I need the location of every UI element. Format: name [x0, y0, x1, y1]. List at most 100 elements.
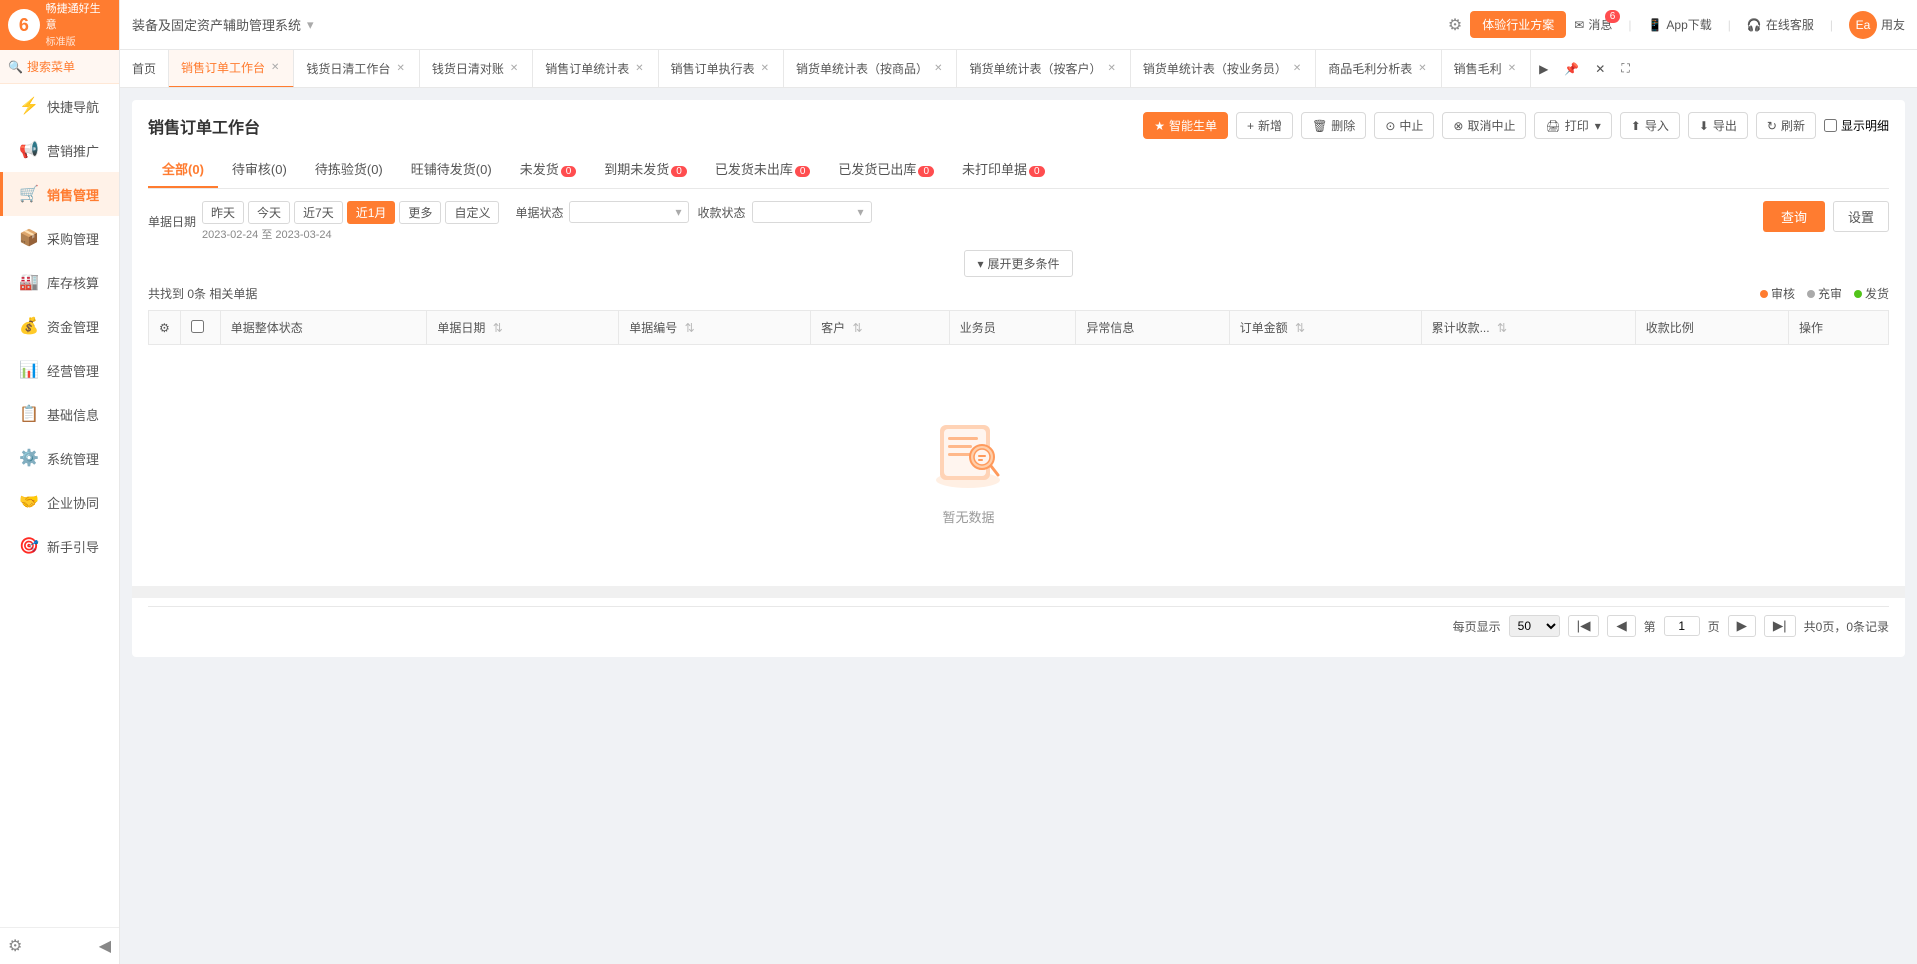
tab-cash-reconcile[interactable]: 钱货日清对账 ✕ — [420, 50, 533, 88]
col-date[interactable]: 单据日期 ⇅ — [427, 311, 619, 345]
status-filter-select[interactable] — [569, 201, 689, 223]
date-btn-custom[interactable]: 自定义 — [445, 201, 499, 224]
page-prev-button[interactable]: ◀ — [1607, 615, 1635, 637]
header-right: ✉ 消息 6 | 📱 App下载 | 🎧 在线客服 | Ea 用友 — [1574, 11, 1905, 39]
smart-gen-button[interactable]: ★ 智能生单 — [1143, 112, 1228, 139]
page-number-input[interactable] — [1664, 616, 1700, 636]
sidebar-item-guide[interactable]: 🎯 新手引导 — [0, 524, 119, 568]
sub-tab-unprinted[interactable]: 未打印单据0 — [948, 151, 1059, 188]
tab-sales-stat-product-close[interactable]: ✕ — [932, 62, 944, 75]
query-button[interactable]: 查询 — [1763, 201, 1825, 232]
header-gear-icon[interactable]: ⚙ — [1448, 15, 1462, 35]
tab-cash-reconcile-close[interactable]: ✕ — [508, 62, 520, 75]
sidebar-item-label: 系统管理 — [47, 449, 99, 468]
date-btn-today[interactable]: 今天 — [248, 201, 290, 224]
sidebar-item-system[interactable]: ⚙️ 系统管理 — [0, 436, 119, 480]
sales-icon: 🛒 — [19, 184, 39, 204]
sub-tab-all[interactable]: 全部(0) — [148, 151, 218, 188]
expand-conditions-button[interactable]: ▾ 展开更多条件 — [964, 250, 1072, 277]
sidebar-search[interactable]: 🔍 搜索菜单 — [0, 50, 119, 84]
print-button[interactable]: 🖨 打印 ▾ — [1534, 112, 1611, 139]
sidebar-item-operations[interactable]: 📊 经营管理 — [0, 348, 119, 392]
show-detail-checkbox[interactable]: 显示明细 — [1824, 117, 1889, 134]
tab-goods-margin-close[interactable]: ✕ — [1416, 62, 1428, 75]
tab-sales-gross-close[interactable]: ✕ — [1506, 62, 1518, 75]
detail-checkbox-input[interactable] — [1824, 119, 1837, 132]
horizontal-scroll[interactable] — [132, 586, 1905, 598]
date-btn-1month[interactable]: 近1月 — [347, 201, 396, 224]
sidebar-item-purchase[interactable]: 📦 采购管理 — [0, 216, 119, 260]
tab-cash-daily[interactable]: 钱货日清工作台 ✕ — [294, 50, 419, 88]
sub-tab-unshipped[interactable]: 未发货0 — [506, 151, 591, 188]
tab-pin-button[interactable]: 📌 — [1556, 50, 1587, 88]
col-cumulative[interactable]: 累计收款... ⇅ — [1421, 311, 1635, 345]
sidebar-item-finance[interactable]: 💰 资金管理 — [0, 304, 119, 348]
add-button[interactable]: + 新增 — [1236, 112, 1293, 139]
page-size-select[interactable]: 50 20 100 200 — [1509, 615, 1560, 637]
page-last-button[interactable]: ▶| — [1764, 615, 1796, 637]
date-btn-yesterday[interactable]: 昨天 — [202, 201, 244, 224]
sidebar-item-enterprise[interactable]: 🤝 企业协同 — [0, 480, 119, 524]
tab-expand-button[interactable]: ⛶ — [1613, 50, 1637, 88]
tab-more-button[interactable]: ▶ — [1531, 50, 1556, 88]
sidebar-item-sales[interactable]: 🛒 销售管理 — [0, 172, 119, 216]
date-filter-options: 昨天 今天 近7天 近1月 更多 自定义 2023-02-24 至 2023-0… — [202, 201, 499, 242]
tab-sales-stat-staff-close[interactable]: ✕ — [1291, 62, 1303, 75]
col-amount[interactable]: 订单金额 ⇅ — [1229, 311, 1421, 345]
message-button[interactable]: ✉ 消息 6 — [1574, 16, 1612, 33]
tab-goods-margin[interactable]: 商品毛利分析表 ✕ — [1316, 50, 1441, 88]
payment-filter-select[interactable] — [752, 201, 872, 223]
sidebar-item-inventory[interactable]: 🏭 库存核算 — [0, 260, 119, 304]
col-customer[interactable]: 客户 ⇅ — [811, 311, 950, 345]
trial-button[interactable]: 体验行业方案 — [1470, 11, 1566, 38]
tab-sales-stat-customer-close[interactable]: ✕ — [1105, 62, 1117, 75]
user-menu-button[interactable]: Ea 用友 — [1849, 11, 1905, 39]
table-gear-col[interactable]: ⚙ — [149, 311, 181, 345]
tab-sales-workbench[interactable]: 销售订单工作台 ✕ — [169, 50, 294, 88]
sidebar-item-marketing[interactable]: 📢 营销推广 — [0, 128, 119, 172]
tab-cash-daily-close[interactable]: ✕ — [394, 62, 406, 75]
tab-sales-exec[interactable]: 销售订单执行表 ✕ — [659, 50, 784, 88]
app-download-button[interactable]: 📱 App下载 — [1647, 16, 1711, 33]
review-action[interactable]: 审核 — [1760, 285, 1795, 302]
cancel-stop-button[interactable]: ⊗ 取消中止 — [1442, 112, 1526, 139]
refresh-button[interactable]: ↻ 刷新 — [1756, 112, 1816, 139]
main-area: 装备及固定资产辅助管理系统 ▾ ⚙ 体验行业方案 ✉ 消息 6 | 📱 App下… — [120, 0, 1917, 964]
export-button[interactable]: ⬇ 导出 — [1688, 112, 1748, 139]
col-number[interactable]: 单据编号 ⇅ — [619, 311, 811, 345]
stop-button[interactable]: ⊙ 中止 — [1374, 112, 1434, 139]
sub-tab-pending-check[interactable]: 待拣验货(0) — [301, 151, 397, 188]
select-all-checkbox[interactable] — [191, 320, 204, 333]
sub-tab-wangpu-ship[interactable]: 旺铺待发货(0) — [397, 151, 506, 188]
sidebar-item-label: 采购管理 — [47, 229, 99, 248]
sidebar-item-basics[interactable]: 📋 基础信息 — [0, 392, 119, 436]
page-next-button[interactable]: ▶ — [1728, 615, 1756, 637]
sub-tab-shipped-out[interactable]: 已发货已出库0 — [824, 151, 948, 188]
app-download-label: App下载 — [1666, 16, 1711, 33]
set-button[interactable]: 设置 — [1833, 201, 1889, 232]
sub-tab-pending-review[interactable]: 待审核(0) — [218, 151, 301, 188]
date-btn-7days[interactable]: 近7天 — [294, 201, 343, 224]
anti-review-action[interactable]: 充审 — [1807, 285, 1842, 302]
online-service-button[interactable]: 🎧 在线客服 — [1747, 16, 1814, 33]
tab-sales-stat-close[interactable]: ✕ — [633, 62, 645, 75]
tab-close-all-button[interactable]: ✕ — [1587, 50, 1613, 88]
tab-sales-stat-product[interactable]: 销货单统计表（按商品） ✕ — [784, 50, 957, 88]
tab-sales-stat-customer[interactable]: 销货单统计表（按客户） ✕ — [957, 50, 1130, 88]
sub-tab-overdue-unshipped[interactable]: 到期未发货0 — [590, 151, 701, 188]
tab-sales-stat-staff[interactable]: 销货单统计表（按业务员） ✕ — [1131, 50, 1316, 88]
tab-sales-gross[interactable]: 销售毛利 ✕ — [1442, 50, 1531, 88]
delete-button[interactable]: 🗑 删除 — [1301, 112, 1366, 139]
sidebar-collapse-button[interactable]: ◀ — [99, 936, 111, 956]
ship-action[interactable]: 发货 — [1854, 285, 1889, 302]
import-button[interactable]: ⬆ 导入 — [1620, 112, 1680, 139]
tab-sales-workbench-close[interactable]: ✕ — [269, 61, 281, 74]
tab-sales-exec-close[interactable]: ✕ — [759, 62, 771, 75]
sub-tab-shipped-not-out[interactable]: 已发货未出库0 — [701, 151, 825, 188]
page-first-button[interactable]: |◀ — [1568, 615, 1600, 637]
tab-sales-stat[interactable]: 销售订单统计表 ✕ — [533, 50, 658, 88]
date-btn-more[interactable]: 更多 — [399, 201, 441, 224]
sidebar-item-quick-nav[interactable]: ⚡ 快捷导航 — [0, 84, 119, 128]
tab-home[interactable]: 首页 — [120, 50, 169, 88]
sidebar-gear-button[interactable]: ⚙ — [8, 936, 22, 956]
